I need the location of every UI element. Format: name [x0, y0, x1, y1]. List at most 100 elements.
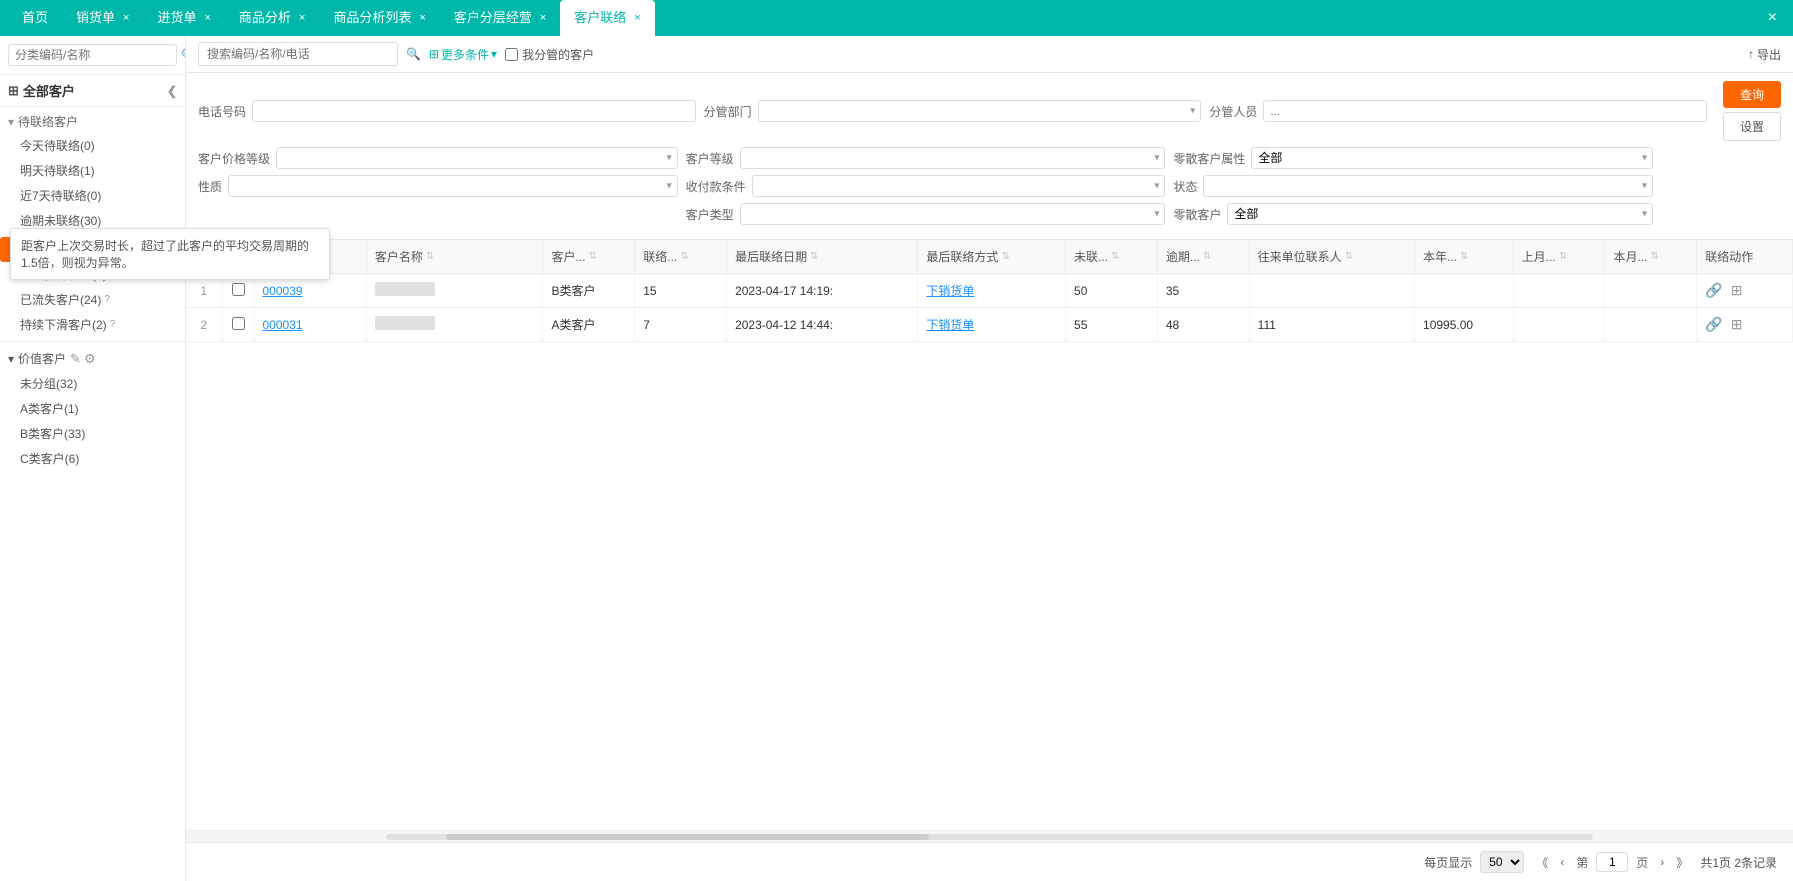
- sort-this-month-icon[interactable]: ⇅: [1651, 251, 1659, 262]
- row1-checkbox[interactable]: [232, 283, 245, 296]
- retail-customer-select[interactable]: 全部: [1227, 203, 1653, 225]
- nav-tab-customer-contact[interactable]: 客户联络 ×: [560, 0, 654, 36]
- payment-select[interactable]: [752, 175, 1166, 197]
- close-customer-tier-tab[interactable]: ×: [540, 0, 546, 36]
- query-button[interactable]: 查询: [1723, 81, 1781, 108]
- row2-checkbox-cell[interactable]: [222, 308, 254, 342]
- sidebar-item-a-class[interactable]: A类客户(1): [0, 396, 185, 421]
- per-page-label: 每页显示: [1424, 854, 1472, 871]
- sort-last-date-icon[interactable]: ⇅: [810, 251, 818, 262]
- close-product-analysis-tab[interactable]: ×: [299, 0, 305, 36]
- sidebar-item-today[interactable]: 今天待联络(0): [0, 133, 185, 158]
- horizontal-scrollbar[interactable]: [186, 830, 1793, 842]
- retail-attr-select[interactable]: 全部: [1251, 147, 1653, 169]
- row2-link-icon[interactable]: 🔗: [1705, 316, 1722, 333]
- close-customer-contact-tab[interactable]: ×: [634, 0, 640, 36]
- nav-tab-product-list[interactable]: 商品分析列表 ×: [319, 0, 439, 36]
- sidebar-item-declining[interactable]: 持续下滑客户(2) ?: [0, 312, 185, 337]
- person-input[interactable]: [1263, 100, 1707, 122]
- row1-link-icon[interactable]: 🔗: [1705, 282, 1722, 299]
- nav-tab-customer-tier[interactable]: 客户分层经营 ×: [440, 0, 560, 36]
- sidebar-item-7days[interactable]: 近7天待联络(0): [0, 183, 185, 208]
- row2-grid-icon[interactable]: ⊞: [1731, 316, 1743, 333]
- settings-button[interactable]: 设置: [1723, 112, 1781, 141]
- sort-uncontacted-icon[interactable]: ⇅: [1111, 251, 1119, 262]
- table-area: ⚙ 客户编码 ⇅ 客户名称: [186, 240, 1793, 830]
- nav-home[interactable]: 首页: [8, 0, 62, 36]
- sidebar-item-c-class[interactable]: C类客户(6): [0, 446, 185, 471]
- col-name: 客户名称 ⇅: [366, 240, 543, 274]
- row1-overdue: 35: [1157, 274, 1249, 308]
- prev-page-btn[interactable]: ‹: [1556, 853, 1568, 871]
- row1-actions: 🔗 ⊞: [1697, 274, 1793, 308]
- sort-overdue-icon[interactable]: ⇅: [1203, 251, 1211, 262]
- sidebar-item-lost[interactable]: 已流失客户(24) ?: [0, 287, 185, 312]
- settings-value-icon[interactable]: ⚙: [84, 351, 96, 367]
- first-page-btn[interactable]: 《: [1532, 852, 1552, 873]
- filter-dept: 分管部门: [704, 100, 1202, 122]
- row2-last-method[interactable]: 下销货单: [918, 308, 1066, 342]
- sort-this-year-icon[interactable]: ⇅: [1460, 251, 1468, 262]
- row1-last-date: 2023-04-17 14:19:: [727, 274, 918, 308]
- sort-last-month-icon[interactable]: ⇅: [1559, 251, 1567, 262]
- col-last-date: 最后联络日期 ⇅: [727, 240, 918, 274]
- close-purchase-tab[interactable]: ×: [204, 0, 210, 36]
- nav-tab-product-analysis[interactable]: 商品分析 ×: [225, 0, 319, 36]
- sidebar-search-input[interactable]: [8, 44, 177, 66]
- top-nav: 首页 销货单 × 进货单 × 商品分析 × 商品分析列表 × 客户分层经营 × …: [0, 0, 1793, 36]
- dept-select[interactable]: [758, 100, 1202, 122]
- total-label: 共1页 2条记录: [1700, 854, 1777, 871]
- edit-value-icon[interactable]: ✎: [70, 351, 81, 367]
- nav-tab-sales[interactable]: 销货单 ×: [62, 0, 143, 36]
- last-page-btn[interactable]: 》: [1672, 852, 1692, 873]
- per-page-select[interactable]: 50: [1480, 851, 1524, 873]
- sort-contact-person-icon[interactable]: ⇅: [1345, 251, 1353, 262]
- main-search-icon[interactable]: 🔍: [406, 47, 421, 61]
- close-product-list-tab[interactable]: ×: [419, 0, 425, 36]
- close-sales-tab[interactable]: ×: [123, 0, 129, 36]
- sort-name-icon[interactable]: ⇅: [426, 251, 434, 262]
- sort-type-icon[interactable]: ⇅: [588, 251, 596, 262]
- phone-input[interactable]: [252, 100, 696, 122]
- my-customers-checkbox-label[interactable]: 我分管的客户: [505, 46, 594, 63]
- page-input[interactable]: [1596, 852, 1628, 872]
- row2-type: A类客户: [543, 308, 635, 342]
- sidebar-item-tomorrow[interactable]: 明天待联络(1): [0, 158, 185, 183]
- price-level-select[interactable]: [276, 147, 678, 169]
- row1-grid-icon[interactable]: ⊞: [1731, 282, 1743, 299]
- row1-last-method[interactable]: 下销货单: [918, 274, 1066, 308]
- filter-row-4: 客户类型 零散客户 全部: [198, 203, 1781, 225]
- gender-select[interactable]: [228, 175, 678, 197]
- sidebar-all-customers[interactable]: ⊞ 全部客户 ❮: [0, 75, 185, 107]
- row2-contact: 7: [635, 308, 727, 342]
- more-conditions-btn[interactable]: ⊞ 更多条件 ▾: [429, 46, 497, 63]
- sidebar-item-ungroup[interactable]: 未分组(32): [0, 371, 185, 396]
- row2-code[interactable]: 000031: [254, 308, 366, 342]
- filter-retail-customer: 零散客户 全部: [1173, 203, 1653, 225]
- arrow-down-icon: ▾: [8, 115, 14, 129]
- sort-last-method-icon[interactable]: ⇅: [1001, 251, 1009, 262]
- customer-level-select[interactable]: [740, 147, 1166, 169]
- export-btn[interactable]: ↑ 导出: [1748, 46, 1781, 63]
- next-page-btn[interactable]: ›: [1656, 853, 1668, 871]
- grid-icon: ⊞: [8, 83, 19, 99]
- sidebar-item-b-class[interactable]: B类客户(33): [0, 421, 185, 446]
- left-sidebar: 🔍 ⊞ 全部客户 ❮ ▾ 待联络客户 今天待联络(0) 明天待联络(1) 近7天…: [0, 36, 186, 881]
- customer-type-label: 客户类型: [686, 206, 734, 223]
- filter-person: 分管人员: [1209, 100, 1707, 122]
- col-overdue: 逾期... ⇅: [1157, 240, 1249, 274]
- scrollbar-thumb[interactable]: [446, 834, 929, 840]
- filter-payment: 收付款条件: [686, 175, 1166, 197]
- nav-tab-purchase[interactable]: 进货单 ×: [143, 0, 224, 36]
- sidebar-divider: [0, 341, 185, 342]
- row2-actions: 🔗 ⊞: [1697, 308, 1793, 342]
- status-select[interactable]: [1203, 175, 1653, 197]
- main-search-input[interactable]: [198, 42, 398, 66]
- close-all-tabs[interactable]: ×: [1760, 9, 1785, 27]
- row2-checkbox[interactable]: [232, 317, 245, 330]
- sort-contact-icon[interactable]: ⇅: [680, 251, 688, 262]
- my-customers-checkbox[interactable]: [505, 48, 518, 61]
- value-group-icons: ✎ ⚙: [70, 351, 96, 367]
- sidebar-collapse-icon[interactable]: ❮: [167, 84, 177, 98]
- customer-type-select[interactable]: [740, 203, 1166, 225]
